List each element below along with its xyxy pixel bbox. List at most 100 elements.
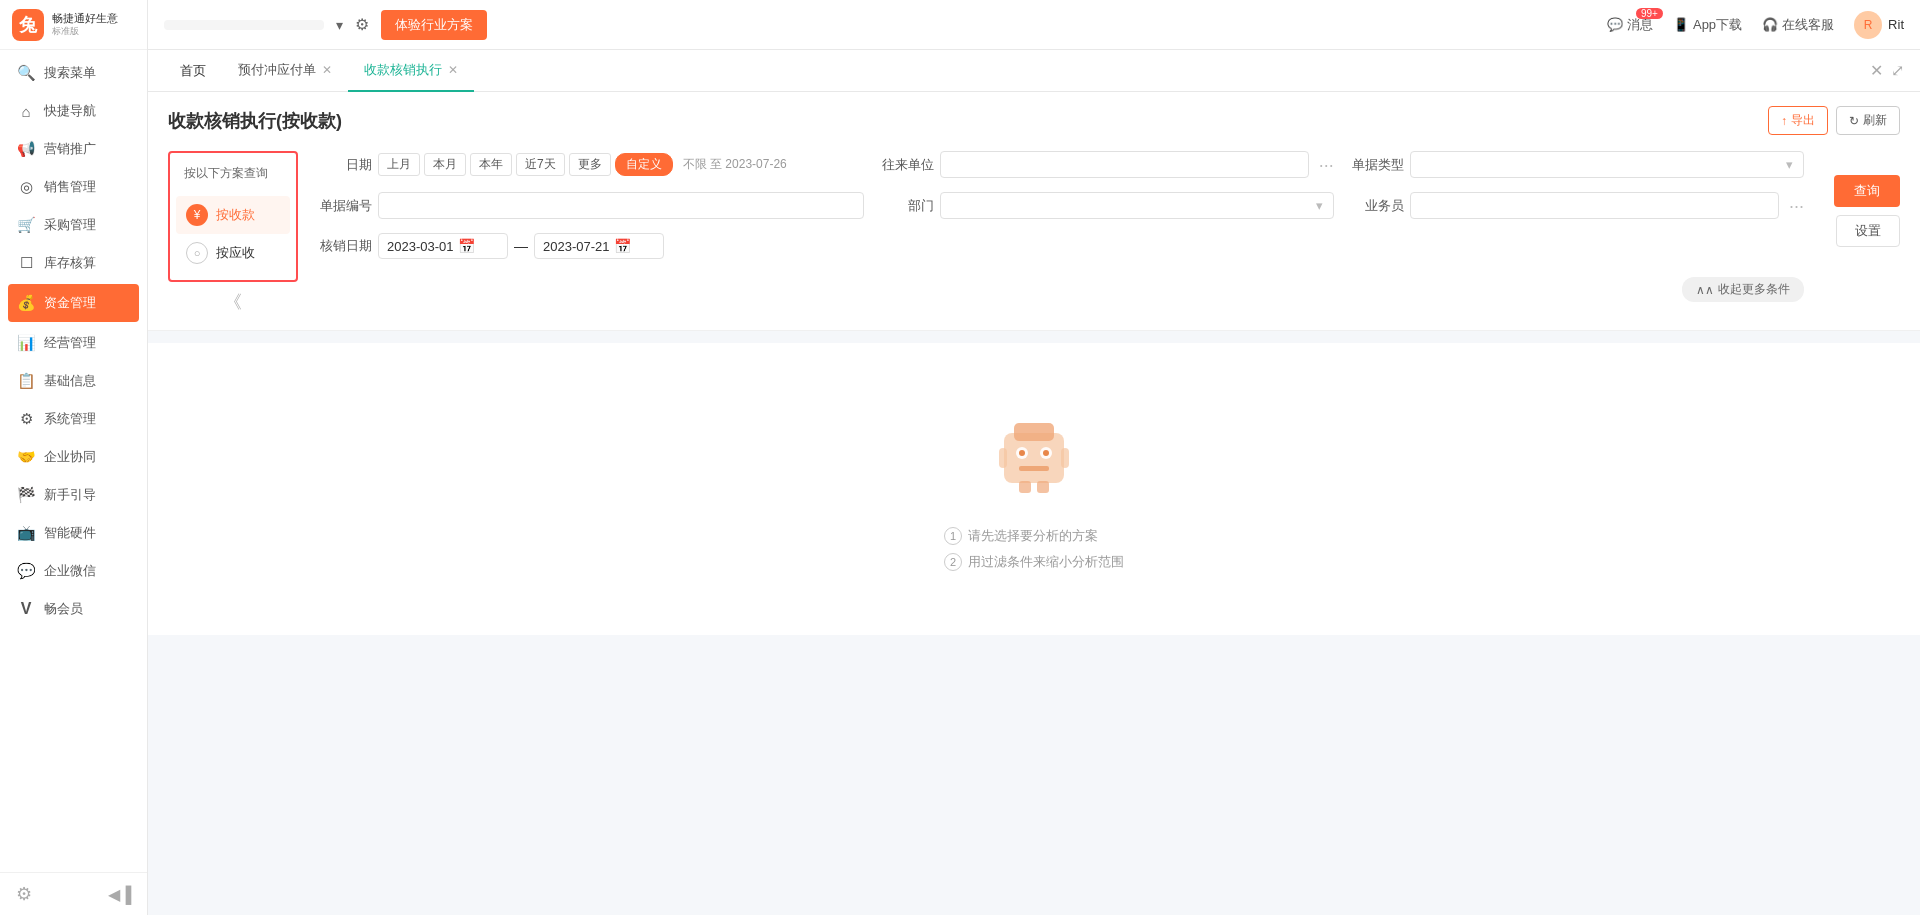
date-this-month-btn[interactable]: 本月	[424, 153, 466, 176]
sidebar-item-quick-nav[interactable]: ⌂ 快捷导航	[0, 92, 147, 130]
refresh-icon: ↻	[1849, 114, 1859, 128]
filter-by-receivable[interactable]: ○ 按应收	[176, 234, 290, 272]
party-input[interactable]	[940, 151, 1309, 178]
staff-dots[interactable]: ···	[1789, 197, 1804, 215]
collapse-icon: ∧∧	[1696, 283, 1714, 297]
refresh-button[interactable]: ↻ 刷新	[1836, 106, 1900, 135]
page-content: 收款核销执行(按收款) ↑ 导出 ↻ 刷新 按以下方案查询	[148, 92, 1920, 915]
sidebar-item-marketing[interactable]: 📢 营销推广	[0, 130, 147, 168]
doc-no-input[interactable]	[378, 192, 864, 219]
page-header-actions: ↑ 导出 ↻ 刷新	[1768, 106, 1900, 135]
tab-home[interactable]: 首页	[164, 50, 222, 92]
party-filter-group: 往来单位 ···	[876, 151, 1334, 178]
doc-no-filter-group: 单据编号	[314, 192, 864, 219]
message-icon: 💬	[1607, 17, 1623, 32]
sidebar-item-smart-hw[interactable]: 📺 智能硬件	[0, 514, 147, 552]
date-last-month-btn[interactable]: 上月	[378, 153, 420, 176]
sidebar-collapse-btn[interactable]: ◀▐	[108, 885, 131, 904]
filter-sidebar-title: 按以下方案查询	[176, 161, 290, 186]
doc-type-label: 单据类型	[1346, 156, 1404, 174]
finance-icon: 💰	[16, 294, 36, 312]
sidebar-item-sales[interactable]: ◎ 销售管理	[0, 168, 147, 206]
username-label: Rit	[1888, 17, 1904, 32]
inventory-icon: ☐	[16, 254, 36, 272]
tab-receipt-verify[interactable]: 收款核销执行 ✕	[348, 50, 474, 92]
svg-point-4	[1019, 450, 1025, 456]
export-button[interactable]: ↑ 导出	[1768, 106, 1828, 135]
date-label: 日期	[314, 156, 372, 174]
app-name: 畅捷通好生意	[52, 11, 118, 25]
avatar: R	[1854, 11, 1882, 39]
verify-date-start-input[interactable]: 2023-03-01 📅	[378, 233, 508, 259]
date-more-btn[interactable]: 更多	[569, 153, 611, 176]
sidebar-item-finance[interactable]: 💰 资金管理	[8, 284, 139, 322]
dept-select[interactable]: ▾	[940, 192, 1334, 219]
doc-no-label: 单据编号	[314, 197, 372, 215]
online-service-link[interactable]: 🎧 在线客服	[1762, 16, 1834, 34]
calendar-start-icon: 📅	[458, 238, 475, 254]
verify-date-filter-group: 核销日期 2023-03-01 📅 — 2023-07-21 📅	[314, 233, 664, 259]
smart-hw-icon: 📺	[16, 524, 36, 542]
main-wrap: ▾ ⚙ 体验行业方案 💬 消息 99+ 📱 App下载 🎧 在线客服 R Rit	[148, 0, 1920, 915]
dept-filter-group: 部门 ▾	[876, 192, 1334, 219]
receipt-icon: ¥	[186, 204, 208, 226]
app-version: 标准版	[52, 25, 118, 38]
logo-icon: 兔	[12, 9, 44, 41]
settings-button[interactable]: 设置	[1836, 215, 1900, 247]
query-button[interactable]: 查询	[1834, 175, 1900, 207]
svg-rect-10	[1037, 481, 1049, 493]
svg-rect-8	[1061, 448, 1069, 468]
tab-expand-icon[interactable]: ⤢	[1891, 61, 1904, 80]
sidebar-item-basic-info[interactable]: 📋 基础信息	[0, 362, 147, 400]
verify-date-end-input[interactable]: 2023-07-21 📅	[534, 233, 664, 259]
date-this-year-btn[interactable]: 本年	[470, 153, 512, 176]
collapse-more-button[interactable]: ∧∧ 收起更多条件	[1682, 277, 1804, 302]
filter-sidebar: 按以下方案查询 ¥ 按收款 ○ 按应收 《	[168, 151, 298, 314]
sidebar-item-wechat[interactable]: 💬 企业微信	[0, 552, 147, 590]
tab-bar-right: ✕ ⤢	[1870, 61, 1904, 80]
message-count-badge: 99+	[1636, 8, 1663, 19]
app-download-link[interactable]: 📱 App下载	[1673, 16, 1742, 34]
tab-receipt-verify-close[interactable]: ✕	[448, 63, 458, 77]
staff-input[interactable]	[1410, 192, 1779, 219]
staff-label: 业务员	[1346, 197, 1404, 215]
date-last-7days-btn[interactable]: 近7天	[516, 153, 565, 176]
doc-type-filter-group: 单据类型 ▾	[1346, 151, 1804, 178]
export-icon: ↑	[1781, 114, 1787, 128]
filter-by-receipt[interactable]: ¥ 按收款	[176, 196, 290, 234]
filter-area: 按以下方案查询 ¥ 按收款 ○ 按应收 《	[148, 135, 1920, 330]
sidebar-item-vip[interactable]: V 畅会员	[0, 590, 147, 628]
filter-sidebar-collapse-btn[interactable]: 《	[168, 290, 298, 314]
date-custom-btn[interactable]: 自定义	[615, 153, 673, 176]
sidebar: 兔 畅捷通好生意 标准版 🔍 搜索菜单 ⌂ 快捷导航 📢 营销推广 ◎ 销售管理…	[0, 0, 148, 915]
sidebar-item-enterprise[interactable]: 🤝 企业协同	[0, 438, 147, 476]
home-icon: ⌂	[16, 103, 36, 120]
message-badge[interactable]: 💬 消息 99+	[1607, 16, 1653, 34]
settings-icon[interactable]: ⚙	[16, 883, 32, 905]
doc-type-select[interactable]: ▾	[1410, 151, 1804, 178]
management-icon: 📊	[16, 334, 36, 352]
sidebar-item-management[interactable]: 📊 经营管理	[0, 324, 147, 362]
calendar-end-icon: 📅	[614, 238, 631, 254]
top-header: ▾ ⚙ 体验行业方案 💬 消息 99+ 📱 App下载 🎧 在线客服 R Rit	[148, 0, 1920, 50]
header-dropdown-icon[interactable]: ▾	[336, 17, 343, 33]
sidebar-item-system[interactable]: ⚙ 系统管理	[0, 400, 147, 438]
sidebar-item-inventory[interactable]: ☐ 库存核算	[0, 244, 147, 282]
filter-row-2: 单据编号 部门 ▾ 业务员	[314, 192, 1804, 219]
party-dots[interactable]: ···	[1319, 156, 1334, 174]
dept-dropdown-icon: ▾	[1316, 198, 1323, 213]
beginner-icon: 🏁	[16, 486, 36, 504]
sidebar-item-search[interactable]: 🔍 搜索菜单	[0, 54, 147, 92]
date-dash: —	[514, 238, 528, 254]
sidebar-item-beginner[interactable]: 🏁 新手引导	[0, 476, 147, 514]
sidebar-navigation: 🔍 搜索菜单 ⌂ 快捷导航 📢 营销推广 ◎ 销售管理 🛒 采购管理 ☐ 库存核…	[0, 50, 147, 872]
sidebar-item-purchase[interactable]: 🛒 采购管理	[0, 206, 147, 244]
user-profile[interactable]: R Rit	[1854, 11, 1904, 39]
page-header-bar: 收款核销执行(按收款) ↑ 导出 ↻ 刷新	[148, 92, 1920, 135]
tab-close-all-icon[interactable]: ✕	[1870, 61, 1883, 80]
industry-solution-button[interactable]: 体验行业方案	[381, 10, 487, 40]
filter-row-1: 日期 上月 本月 本年 近7天 更多 自定义 不限 至 2023-07-26	[314, 151, 1804, 178]
tab-prepay-close[interactable]: ✕	[322, 63, 332, 77]
header-gear-icon[interactable]: ⚙	[355, 15, 369, 34]
tab-prepay[interactable]: 预付冲应付单 ✕	[222, 50, 348, 92]
